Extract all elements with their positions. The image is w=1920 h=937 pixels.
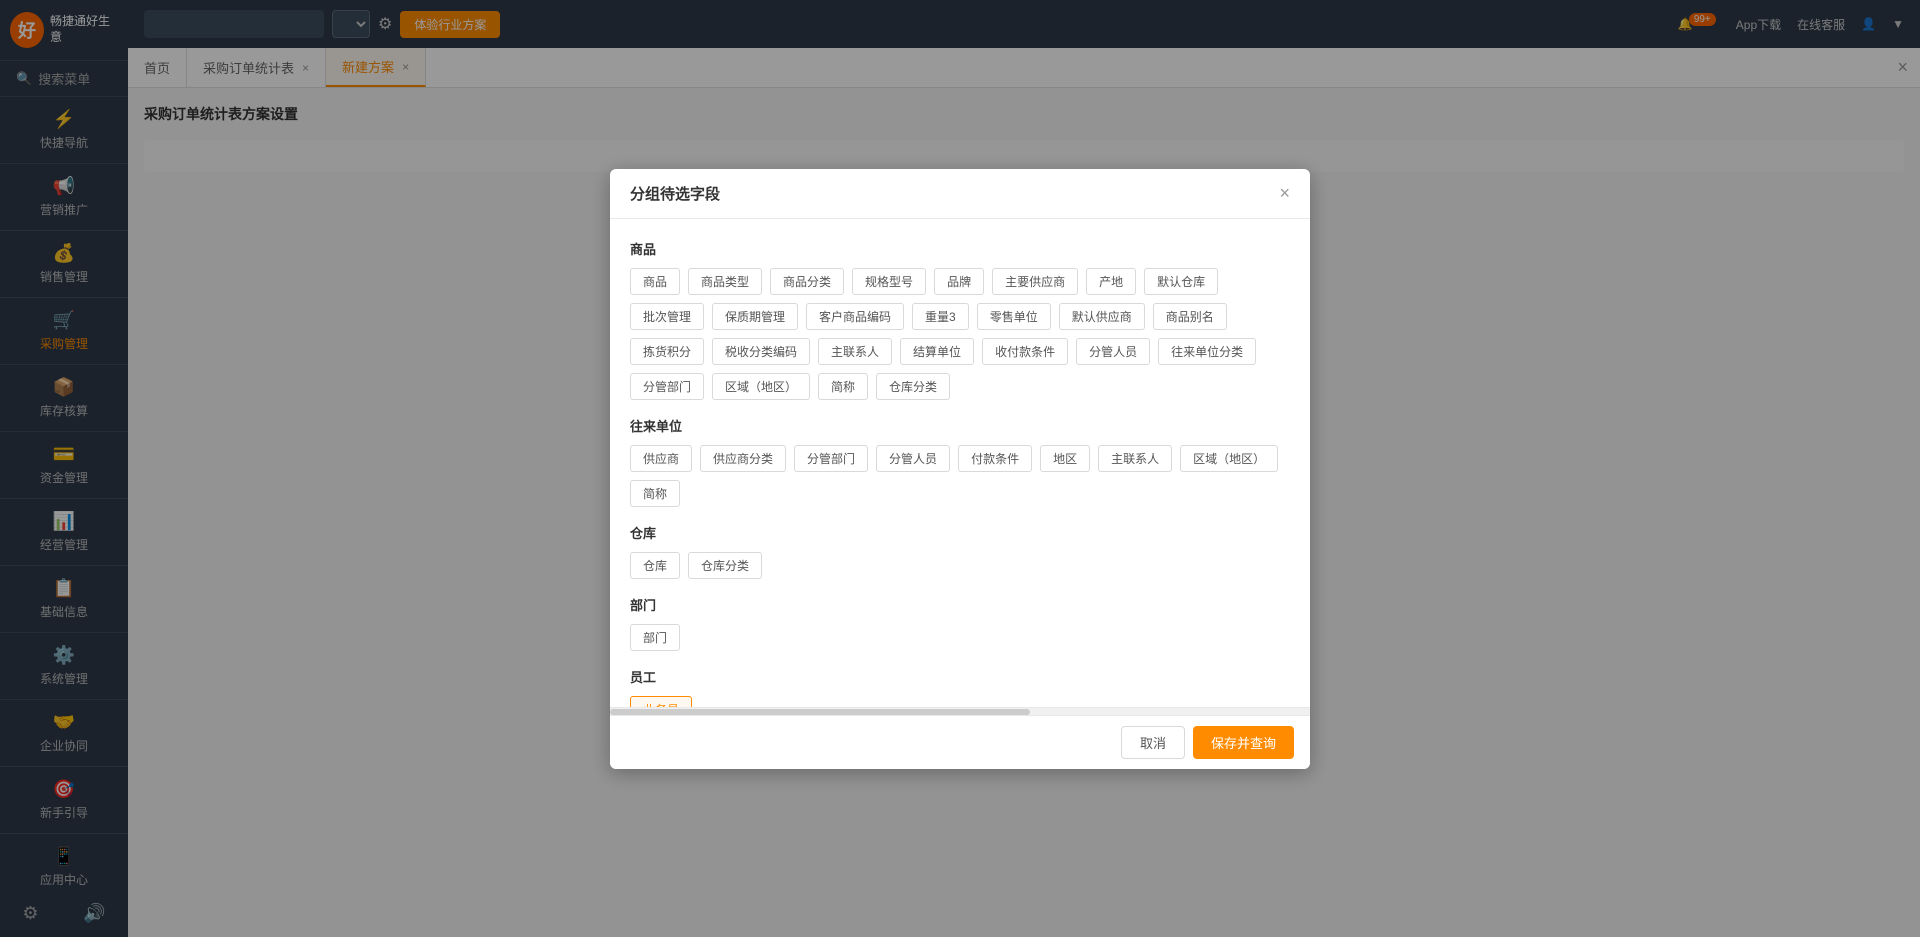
field-tag-区域（地区）[interactable]: 区域（地区） [712,373,810,400]
modal-field-selector: 分组待选字段 × 商品商品商品类型商品分类规格型号品牌主要供应商产地默认仓库批次… [610,169,1310,769]
modal-hscroll-thumb[interactable] [610,709,1030,715]
section-title-product: 商品 [630,239,1290,258]
field-tag-主联系人[interactable]: 主联系人 [818,338,892,365]
field-tag-客户商品编码[interactable]: 客户商品编码 [806,303,904,330]
field-tag-供应商[interactable]: 供应商 [630,445,692,472]
modal-horizontal-scrollbar[interactable] [610,707,1310,715]
field-grid-product: 商品商品类型商品分类规格型号品牌主要供应商产地默认仓库批次管理保质期管理客户商品… [630,268,1290,400]
field-tag-重量3[interactable]: 重量3 [912,303,969,330]
field-tag-仓库分类[interactable]: 仓库分类 [876,373,950,400]
field-grid-counterpart: 供应商供应商分类分管部门分管人员付款条件地区主联系人区域（地区） 简称 [630,445,1290,507]
field-tag-供应商分类[interactable]: 供应商分类 [700,445,786,472]
field-grid-warehouse: 仓库仓库分类 [630,552,1290,579]
field-tag-保质期管理[interactable]: 保质期管理 [712,303,798,330]
section-title-department: 部门 [630,595,1290,614]
field-tag-简称[interactable]: 简称 [630,480,680,507]
field-tag-收付款条件[interactable]: 收付款条件 [982,338,1068,365]
field-tag-分管部门[interactable]: 分管部门 [630,373,704,400]
field-tag-商品别名[interactable]: 商品别名 [1153,303,1227,330]
field-tag-简称[interactable]: 简称 [818,373,868,400]
field-grid-staff: 业务员 [630,696,1290,707]
field-tag-业务员[interactable]: 业务员 [630,696,692,707]
field-grid-department: 部门 [630,624,1290,651]
field-tag-分管部门[interactable]: 分管部门 [794,445,868,472]
field-tag-零售单位[interactable]: 零售单位 [977,303,1051,330]
field-tag-产地[interactable]: 产地 [1086,268,1136,295]
field-tag-主要供应商[interactable]: 主要供应商 [992,268,1078,295]
field-tag-仓库[interactable]: 仓库 [630,552,680,579]
field-tag-结算单位[interactable]: 结算单位 [900,338,974,365]
field-tag-仓库分类[interactable]: 仓库分类 [688,552,762,579]
field-tag-拣货积分[interactable]: 拣货积分 [630,338,704,365]
field-tag-批次管理[interactable]: 批次管理 [630,303,704,330]
field-tag-地区[interactable]: 地区 [1040,445,1090,472]
section-title-counterpart: 往来单位 [630,416,1290,435]
modal-footer: 取消 保存并查询 [610,715,1310,769]
field-tag-分管人员[interactable]: 分管人员 [1076,338,1150,365]
modal-body[interactable]: 商品商品商品类型商品分类规格型号品牌主要供应商产地默认仓库批次管理保质期管理客户… [610,219,1310,707]
modal-title: 分组待选字段 [630,183,720,204]
field-tag-默认仓库[interactable]: 默认仓库 [1144,268,1218,295]
field-tag-规格型号[interactable]: 规格型号 [852,268,926,295]
field-tag-往来单位分类[interactable]: 往来单位分类 [1158,338,1256,365]
field-tag-默认供应商[interactable]: 默认供应商 [1059,303,1145,330]
section-title-staff: 员工 [630,667,1290,686]
field-tag-分管人员[interactable]: 分管人员 [876,445,950,472]
field-tag-商品分类[interactable]: 商品分类 [770,268,844,295]
save-query-button[interactable]: 保存并查询 [1193,726,1294,759]
field-tag-区域（地区）[interactable]: 区域（地区） [1180,445,1278,472]
field-tag-商品[interactable]: 商品 [630,268,680,295]
cancel-button[interactable]: 取消 [1121,726,1185,759]
field-tag-商品类型[interactable]: 商品类型 [688,268,762,295]
field-tag-部门[interactable]: 部门 [630,624,680,651]
field-tag-付款条件[interactable]: 付款条件 [958,445,1032,472]
section-title-warehouse: 仓库 [630,523,1290,542]
modal-close-button[interactable]: × [1279,183,1290,204]
field-tag-品牌[interactable]: 品牌 [934,268,984,295]
modal-header: 分组待选字段 × [610,169,1310,219]
field-tag-税收分类编码[interactable]: 税收分类编码 [712,338,810,365]
field-tag-主联系人[interactable]: 主联系人 [1098,445,1172,472]
